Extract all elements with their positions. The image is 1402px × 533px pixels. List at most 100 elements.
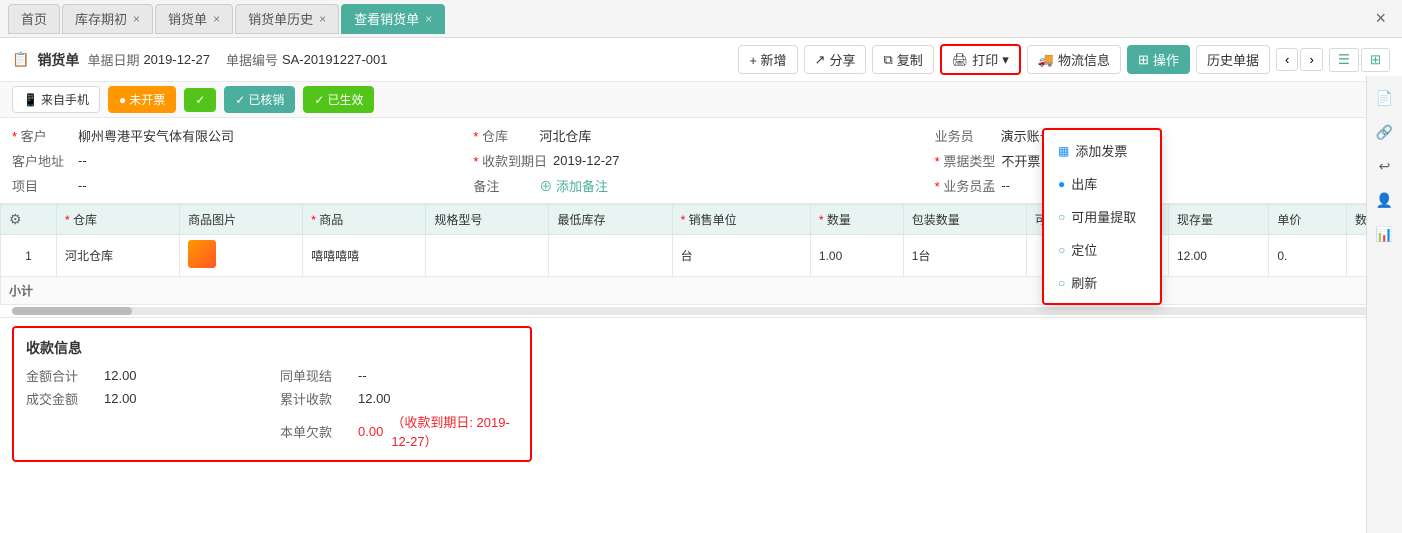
cumulative-value: 12.00 xyxy=(358,391,391,406)
row-pkg-qty: 1台 xyxy=(903,235,1026,277)
doc-date-item: 单据日期 2019-12-27 xyxy=(87,50,210,69)
warehouse-row: 仓库 河北仓库 xyxy=(473,126,928,145)
tab-sales-history[interactable]: 销货单历史 × xyxy=(235,4,339,34)
outbound-icon: ● xyxy=(1058,177,1065,191)
share-button[interactable]: ↗ 分享 xyxy=(804,45,867,74)
doc-no-label: 单据编号 xyxy=(226,50,278,69)
content-area: 📋 销货单 单据日期 2019-12-27 单据编号 SA-20191227-0… xyxy=(0,38,1402,533)
row-qty: 1.00 xyxy=(810,235,903,277)
row-unit: 台 xyxy=(672,235,810,277)
copy-button[interactable]: ⧉ 复制 xyxy=(872,45,933,74)
cumulative-label: 累计收款 xyxy=(280,389,350,408)
cancel-icon: ✓ xyxy=(235,93,245,107)
dropdown-menu: ▦ 添加发票 ● 出库 ○ 可用量提取 ○ 定位 ○ 刷新 xyxy=(1042,128,1162,305)
table-container: ⚙ 仓库 商品图片 商品 规格型号 最低库存 销售单位 数量 包装数量 可用量（… xyxy=(0,204,1402,318)
tab-close-sales[interactable]: × xyxy=(213,12,220,26)
total-amount-value: 12.00 xyxy=(104,368,137,383)
window-close-button[interactable]: × xyxy=(1367,8,1394,29)
effect-button[interactable]: ✓ 已生效 xyxy=(303,86,374,113)
sidebar-chart-icon[interactable]: 📊 xyxy=(1371,220,1399,248)
settings-icon[interactable]: ⚙ xyxy=(9,211,22,227)
payment-grid: 金额合计 12.00 同单现结 -- 成交金额 12.00 累计收款 12.00… xyxy=(26,366,518,450)
tab-close-view[interactable]: × xyxy=(425,12,432,26)
logistics-button[interactable]: 🚚 物流信息 xyxy=(1027,45,1121,74)
operation-button[interactable]: ⊞ 操作 xyxy=(1127,45,1190,74)
payment-section: 收款信息 金额合计 12.00 同单现结 -- 成交金额 12.00 累计收款 … xyxy=(12,326,532,462)
payment-date-row: 收款到期日 2019-12-27 xyxy=(473,151,928,170)
row-no: 1 xyxy=(1,235,57,277)
form-section: 客户 柳州粤港平安气体有限公司 仓库 河北仓库 业务员 演示账号 客户地址 --… xyxy=(0,118,1402,204)
print-dropdown-arrow[interactable]: ▾ xyxy=(1002,52,1009,68)
sidebar-return-icon[interactable]: ↩ xyxy=(1371,152,1399,180)
locate-item[interactable]: ○ 定位 xyxy=(1044,233,1160,266)
tab-home[interactable]: 首页 xyxy=(8,4,60,34)
transaction-row: 成交金额 12.00 xyxy=(26,389,264,408)
customer-value: 柳州粤港平安气体有限公司 xyxy=(78,126,234,145)
col-pkg-qty: 包装数量 xyxy=(903,205,1026,235)
scrollbar-thumb[interactable] xyxy=(12,307,132,315)
subtotal-cell: 小计 xyxy=(1,277,1402,305)
sidebar-link-icon[interactable]: 🔗 xyxy=(1371,118,1399,146)
note-label: 备注 xyxy=(473,176,533,195)
doc-title-area: 📋 销货单 xyxy=(12,50,79,70)
address-value: -- xyxy=(78,153,87,168)
logistics-icon: 🚚 xyxy=(1038,52,1054,68)
col-image: 商品图片 xyxy=(180,205,303,235)
check-button[interactable]: ✓ xyxy=(184,88,216,112)
doc-meta: 单据日期 2019-12-27 单据编号 SA-20191227-001 xyxy=(87,50,387,69)
due-label: 本单欠款 xyxy=(280,422,350,441)
add-note-btn[interactable]: ⊕ 添加备注 xyxy=(539,176,608,195)
product-image xyxy=(188,240,216,268)
refresh-icon: ○ xyxy=(1058,276,1065,290)
cancel-button[interactable]: ✓ 已核销 xyxy=(224,86,295,113)
available-qty-item[interactable]: ○ 可用量提取 xyxy=(1044,200,1160,233)
add-invoice-item[interactable]: ▦ 添加发票 xyxy=(1044,134,1160,167)
list-view-button[interactable]: ☰ xyxy=(1329,48,1359,72)
mobile-button[interactable]: 📱 来自手机 xyxy=(12,86,100,113)
doc-title: 销货单 xyxy=(37,50,79,70)
outbound-item[interactable]: ● 出库 xyxy=(1044,167,1160,200)
tab-close-history[interactable]: × xyxy=(319,12,326,26)
print-button[interactable]: 🖨 打印 ▾ xyxy=(940,44,1021,75)
tab-view-sales[interactable]: 查看销货单 × xyxy=(341,4,445,34)
staff2-row: 业务员孟 -- xyxy=(935,176,1390,195)
doc-icon: 📋 xyxy=(12,51,29,68)
refresh-item[interactable]: ○ 刷新 xyxy=(1044,266,1160,299)
ticket-type-label: 票据类型 xyxy=(935,151,996,170)
prev-button[interactable]: ‹ xyxy=(1276,48,1298,71)
row-current-stock: 12.00 xyxy=(1168,235,1268,277)
ticket-type-value: 不开票 xyxy=(1001,151,1040,170)
same-settlement-row: 同单现结 -- xyxy=(280,366,518,385)
staff2-label: 业务员孟 xyxy=(935,176,996,195)
note-row: 备注 ⊕ 添加备注 xyxy=(473,176,928,195)
row-product: 嘻嘻嘻嘻 xyxy=(303,235,426,277)
table-row: 1 河北仓库 嘻嘻嘻嘻 台 1.00 1台 12.00 0. xyxy=(1,235,1402,277)
horizontal-scrollbar[interactable] xyxy=(12,307,1390,315)
col-min-stock: 最低库存 xyxy=(549,205,672,235)
nav-arrows: ‹ › xyxy=(1276,48,1323,71)
cumulative-row: 累计收款 12.00 xyxy=(280,389,518,408)
data-table: ⚙ 仓库 商品图片 商品 规格型号 最低库存 销售单位 数量 包装数量 可用量（… xyxy=(0,204,1402,305)
sidebar-user-icon[interactable]: 👤 xyxy=(1371,186,1399,214)
sidebar-doc-icon[interactable]: 📄 xyxy=(1371,84,1399,112)
ticket-icon: ● xyxy=(119,93,126,107)
history-button[interactable]: 历史单据 xyxy=(1196,45,1270,74)
project-row: 项目 -- xyxy=(12,176,467,195)
doc-no-value: SA-20191227-001 xyxy=(282,52,388,67)
same-settlement-value: -- xyxy=(358,368,367,383)
new-button[interactable]: + 新增 xyxy=(738,45,797,74)
tab-close-inventory[interactable]: × xyxy=(133,12,140,26)
locate-icon: ○ xyxy=(1058,243,1065,257)
warehouse-label: 仓库 xyxy=(473,126,533,145)
open-ticket-button[interactable]: ● 未开票 xyxy=(108,86,176,113)
tab-sales-order[interactable]: 销货单 × xyxy=(155,4,233,34)
operation-icon: ⊞ xyxy=(1138,52,1149,68)
subtotal-row: 小计 xyxy=(1,277,1402,305)
transaction-value: 12.00 xyxy=(104,391,137,406)
toolbar-right: + 新增 ↗ 分享 ⧉ 复制 🖨 打印 ▾ 🚚 物流信息 ⊞ 操作 xyxy=(738,44,1390,75)
row-price: 0. xyxy=(1269,235,1347,277)
tab-bar: 首页 库存期初 × 销货单 × 销货单历史 × 查看销货单 × × xyxy=(0,0,1402,38)
next-button[interactable]: › xyxy=(1300,48,1322,71)
tab-inventory[interactable]: 库存期初 × xyxy=(62,4,153,34)
grid-view-button[interactable]: ⊞ xyxy=(1361,48,1390,72)
